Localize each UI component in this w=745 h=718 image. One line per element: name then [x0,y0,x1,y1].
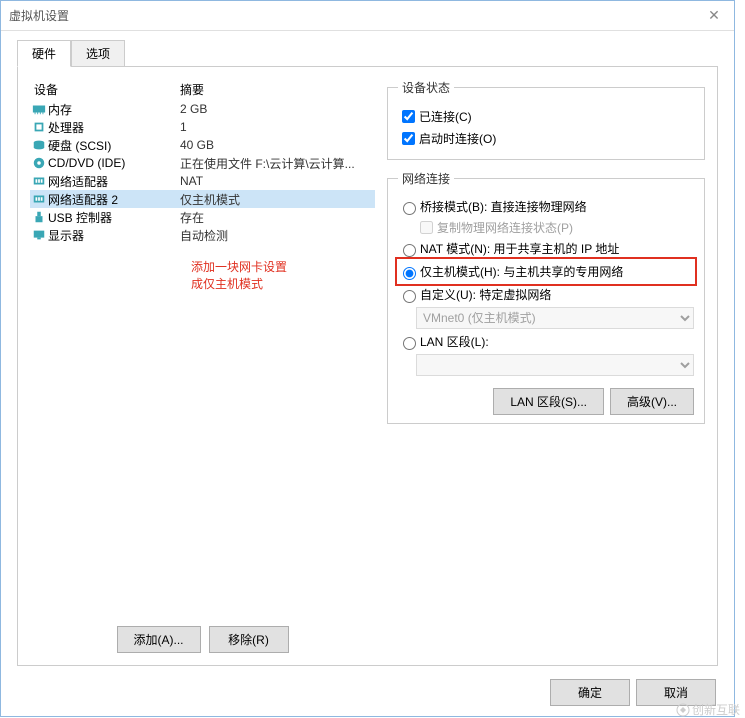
custom-label: 自定义(U): 特定虚拟网络 [420,286,551,303]
nic-icon [30,192,48,207]
custom-radio[interactable] [403,290,416,303]
remove-button[interactable]: 移除(R) [209,626,289,653]
connect-on-power-label: 启动时连接(O) [419,130,496,147]
display-icon [30,228,48,243]
right-panel: 设备状态 已连接(C) 启动时连接(O) 网络连接 桥接模式(B): 直接连接物… [387,79,705,653]
device-row[interactable]: 网络适配器 2仅主机模式 [30,190,375,208]
device-summary: 2 GB [180,102,375,116]
cd-icon [30,156,48,171]
device-summary: 自动检测 [180,227,375,244]
device-name: 显示器 [48,227,180,244]
connected-label: 已连接(C) [419,108,472,125]
device-summary: 仅主机模式 [180,191,375,208]
device-name: 网络适配器 [48,173,180,190]
device-list-buttons: 添加(A)... 移除(R) [30,618,375,653]
col-summary[interactable]: 摘要 [180,81,375,98]
titlebar: 虚拟机设置 ✕ [1,1,734,31]
device-summary: 40 GB [180,138,375,152]
device-summary: 存在 [180,209,375,226]
memory-icon [30,102,48,117]
left-panel: 设备 摘要 内存2 GB处理器1硬盘 (SCSI)40 GBCD/DVD (ID… [30,79,375,653]
device-name: 处理器 [48,119,180,136]
replicate-checkbox [420,221,433,234]
device-summary: NAT [180,174,375,188]
device-row[interactable]: USB 控制器存在 [30,208,375,226]
cpu-icon [30,120,48,135]
tab-strip: 硬件 选项 [1,31,734,66]
device-list-header: 设备 摘要 [30,79,375,100]
network-connection-group: 网络连接 桥接模式(B): 直接连接物理网络 复制物理网络连接状态(P) NAT… [387,170,705,424]
device-row[interactable]: 内存2 GB [30,100,375,118]
device-name: 网络适配器 2 [48,191,180,208]
device-row[interactable]: CD/DVD (IDE)正在使用文件 F:\云计算\云计算... [30,154,375,172]
hostonly-radio[interactable] [403,267,416,280]
content-area: 设备 摘要 内存2 GB处理器1硬盘 (SCSI)40 GBCD/DVD (ID… [17,66,718,666]
lan-segment-label: LAN 区段(L): [420,333,489,350]
hostonly-label: 仅主机模式(H): 与主机共享的专用网络 [420,263,623,280]
window-title: 虚拟机设置 [9,7,702,24]
usb-icon [30,210,48,225]
device-row[interactable]: 网络适配器NAT [30,172,375,190]
tab-hardware[interactable]: 硬件 [17,40,71,67]
device-name: 内存 [48,101,180,118]
bridged-radio[interactable] [403,202,416,215]
lan-segments-button[interactable]: LAN 区段(S)... [493,388,604,415]
lan-segment-radio[interactable] [403,337,416,350]
device-summary: 正在使用文件 F:\云计算\云计算... [180,155,375,172]
watermark: 创新互联 [676,701,740,718]
close-icon[interactable]: ✕ [702,7,726,24]
device-status-group: 设备状态 已连接(C) 启动时连接(O) [387,79,705,160]
col-device[interactable]: 设备 [30,81,180,98]
device-status-legend: 设备状态 [398,79,454,96]
disk-icon [30,138,48,153]
replicate-label: 复制物理网络连接状态(P) [437,219,573,236]
advanced-button[interactable]: 高级(V)... [610,388,694,415]
connect-on-power-checkbox[interactable] [402,132,415,145]
nat-radio[interactable] [403,244,416,257]
device-name: CD/DVD (IDE) [48,156,180,170]
network-legend: 网络连接 [398,170,454,187]
vmnet-dropdown: VMnet0 (仅主机模式) [416,307,694,329]
device-row[interactable]: 处理器1 [30,118,375,136]
device-row[interactable]: 硬盘 (SCSI)40 GB [30,136,375,154]
hostonly-highlight: 仅主机模式(H): 与主机共享的专用网络 [395,257,697,286]
dialog-window: 虚拟机设置 ✕ 硬件 选项 设备 摘要 内存2 GB处理器1硬盘 (SCSI)4… [0,0,735,717]
device-name: USB 控制器 [48,209,180,226]
bridged-label: 桥接模式(B): 直接连接物理网络 [420,198,587,215]
add-button[interactable]: 添加(A)... [117,626,201,653]
device-list: 设备 摘要 内存2 GB处理器1硬盘 (SCSI)40 GBCD/DVD (ID… [30,79,375,618]
lan-segment-dropdown [416,354,694,376]
tab-options[interactable]: 选项 [71,40,125,67]
device-summary: 1 [180,120,375,134]
nic-icon [30,174,48,189]
ok-button[interactable]: 确定 [550,679,630,706]
device-name: 硬盘 (SCSI) [48,137,180,154]
connected-checkbox[interactable] [402,110,415,123]
nat-label: NAT 模式(N): 用于共享主机的 IP 地址 [420,240,619,257]
device-row[interactable]: 显示器自动检测 [30,226,375,244]
